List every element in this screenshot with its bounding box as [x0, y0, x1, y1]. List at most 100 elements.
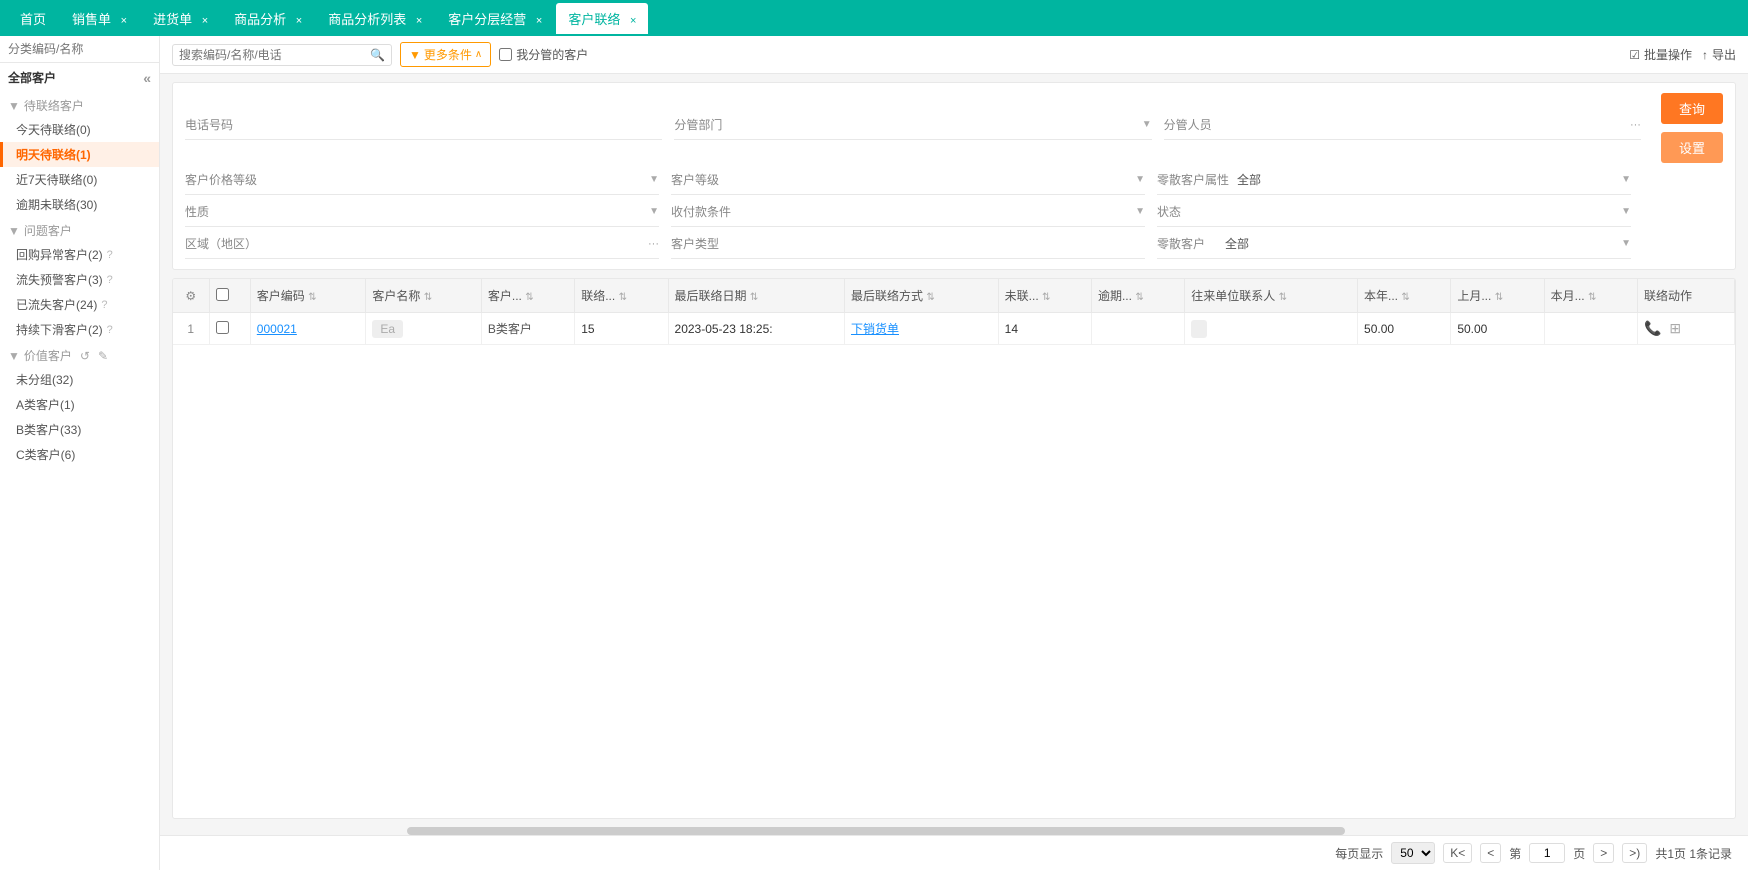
- sidebar-item-repurchase[interactable]: 回购异常客户(2) ?: [0, 242, 159, 267]
- sidebar-item-overdue[interactable]: 逾期未联络(30): [0, 192, 159, 217]
- status-select[interactable]: ▼: [1225, 206, 1631, 217]
- more-filter-btn[interactable]: ▼ 更多条件 ∧: [400, 42, 491, 67]
- edit-icon[interactable]: ✎: [98, 349, 108, 363]
- per-page-select[interactable]: 50: [1391, 842, 1435, 864]
- col-code[interactable]: 客户编码 ⇅: [250, 279, 366, 313]
- sort-icon-code[interactable]: ⇅: [308, 292, 316, 303]
- sidebar-item-c-class[interactable]: C类客户(6): [0, 442, 159, 467]
- sidebar-item-ungroup[interactable]: 未分组(32): [0, 367, 159, 392]
- close-sales-icon[interactable]: ×: [121, 15, 127, 27]
- close-analysis-icon[interactable]: ×: [296, 15, 302, 27]
- nav-item-purchase[interactable]: 进货单 ×: [141, 3, 220, 34]
- col-contact-person[interactable]: 往来单位联系人 ⇅: [1185, 279, 1358, 313]
- sort-icon-overdue[interactable]: ⇅: [1135, 292, 1143, 303]
- my-customers-checkbox-wrap[interactable]: 我分管的客户: [499, 46, 588, 63]
- retail-customer-select[interactable]: 全部 ▼: [1225, 235, 1631, 252]
- nav-item-analysis[interactable]: 商品分析 ×: [222, 3, 314, 34]
- export-btn[interactable]: ↑ 导出: [1702, 46, 1736, 63]
- col-last-date[interactable]: 最后联络日期 ⇅: [668, 279, 844, 313]
- sidebar-item-lost[interactable]: 已流失客户(24) ?: [0, 292, 159, 317]
- nav-item-sales[interactable]: 销售单 ×: [60, 3, 139, 34]
- sidebar-item-7days[interactable]: 近7天待联络(0): [0, 167, 159, 192]
- sort-icon-contacts[interactable]: ⇅: [619, 292, 627, 303]
- main-search-icon[interactable]: 🔍: [370, 48, 385, 62]
- sidebar-item-loss-warning[interactable]: 流失预警客户(3) ?: [0, 267, 159, 292]
- area-more-icon[interactable]: ···: [648, 238, 659, 250]
- close-purchase-icon[interactable]: ×: [202, 15, 208, 27]
- col-last-month[interactable]: 上月... ⇅: [1451, 279, 1544, 313]
- col-contacts[interactable]: 联络... ⇅: [575, 279, 668, 313]
- sort-icon-this-month[interactable]: ⇅: [1588, 292, 1596, 303]
- action-grid-icon[interactable]: ⊞: [1669, 320, 1681, 337]
- action-phone-icon[interactable]: 📞: [1644, 320, 1661, 337]
- set-btn[interactable]: 设置: [1661, 132, 1723, 163]
- sort-icon-contact-person[interactable]: ⇅: [1279, 292, 1287, 303]
- help-icon-3[interactable]: ?: [107, 324, 113, 336]
- page-input[interactable]: [1529, 843, 1565, 863]
- row-last-method[interactable]: 下销货单: [844, 313, 998, 345]
- select-all-checkbox[interactable]: [216, 288, 229, 301]
- sidebar-item-today[interactable]: 今天待联络(0): [0, 117, 159, 142]
- sort-icon-last-month[interactable]: ⇅: [1495, 292, 1503, 303]
- sidebar-item-b-class[interactable]: B类客户(33): [0, 417, 159, 442]
- sidebar-item-declining[interactable]: 持续下滑客户(2) ?: [0, 317, 159, 342]
- sort-icon-type[interactable]: ⇅: [525, 292, 533, 303]
- nav-item-analysis-list[interactable]: 商品分析列表 ×: [316, 3, 434, 34]
- query-btn[interactable]: 查询: [1661, 93, 1723, 124]
- help-icon-2[interactable]: ?: [101, 299, 107, 311]
- nav-item-customer-contact[interactable]: 客户联络 ×: [556, 3, 648, 34]
- next-page-btn[interactable]: >: [1593, 843, 1614, 863]
- sort-icon-unlost[interactable]: ⇅: [1042, 292, 1050, 303]
- prev-page-btn[interactable]: <: [1480, 843, 1501, 863]
- col-overdue[interactable]: 逾期... ⇅: [1091, 279, 1184, 313]
- help-icon-1[interactable]: ?: [107, 274, 113, 286]
- row-checkbox[interactable]: [216, 321, 229, 334]
- col-type[interactable]: 客户... ⇅: [481, 279, 574, 313]
- sidebar-item-a-class[interactable]: A类客户(1): [0, 392, 159, 417]
- customer-level-select[interactable]: ▼: [739, 174, 1145, 185]
- price-level-select[interactable]: ▼: [265, 174, 659, 185]
- col-this-month[interactable]: 本月... ⇅: [1544, 279, 1637, 313]
- sort-icon-last-method[interactable]: ⇅: [926, 292, 934, 303]
- col-gear[interactable]: ⚙: [173, 279, 209, 313]
- sidebar-search-input[interactable]: [8, 42, 160, 56]
- col-unlost[interactable]: 未联... ⇅: [998, 279, 1091, 313]
- search-box[interactable]: 🔍: [172, 44, 392, 66]
- collapse-icon[interactable]: «: [143, 70, 151, 86]
- payment-select[interactable]: ▼: [739, 206, 1145, 217]
- col-checkbox[interactable]: [209, 279, 250, 313]
- sidebar-item-tomorrow[interactable]: 明天待联络(1): [0, 142, 159, 167]
- last-page-btn[interactable]: >): [1622, 843, 1647, 863]
- col-name[interactable]: 客户名称 ⇅: [366, 279, 482, 313]
- dept-select[interactable]: ▼: [742, 119, 1151, 130]
- close-tier-icon[interactable]: ×: [536, 15, 542, 27]
- close-contact-icon[interactable]: ×: [630, 15, 636, 27]
- main-search-input[interactable]: [179, 48, 370, 62]
- my-customers-checkbox[interactable]: [499, 48, 512, 61]
- sidebar-search-box[interactable]: 🔍: [0, 36, 159, 63]
- horizontal-scrollbar[interactable]: [172, 827, 1736, 835]
- close-analysis-list-icon[interactable]: ×: [416, 15, 422, 27]
- row-checkbox-cell[interactable]: [209, 313, 250, 345]
- nav-item-home[interactable]: 首页: [8, 3, 58, 34]
- sort-icon-year[interactable]: ⇅: [1401, 292, 1409, 303]
- first-page-btn[interactable]: K<: [1443, 843, 1472, 863]
- gear-icon[interactable]: ⚙: [185, 289, 196, 303]
- refresh-icon[interactable]: ↺: [80, 349, 90, 363]
- person-more-icon[interactable]: ···: [1630, 119, 1641, 131]
- col-year-amount[interactable]: 本年... ⇅: [1358, 279, 1451, 313]
- scroll-thumb[interactable]: [407, 827, 1345, 835]
- batch-btn[interactable]: ☑ 批量操作: [1629, 46, 1692, 63]
- phone-input[interactable]: [253, 118, 662, 132]
- help-icon-0[interactable]: ?: [107, 249, 113, 261]
- retail-attr-select[interactable]: 全部 ▼: [1237, 171, 1631, 188]
- nav-item-customer-tier[interactable]: 客户分层经营 ×: [436, 3, 554, 34]
- sort-icon-name[interactable]: ⇅: [424, 292, 432, 303]
- person-select[interactable]: ···: [1232, 119, 1641, 131]
- row-code[interactable]: 000021: [250, 313, 366, 345]
- col-last-method[interactable]: 最后联络方式 ⇅: [844, 279, 998, 313]
- nature-select[interactable]: ▼: [253, 206, 659, 217]
- all-customers-header[interactable]: 全部客户 «: [0, 63, 159, 92]
- area-select[interactable]: ···: [265, 238, 659, 250]
- sort-icon-last-date[interactable]: ⇅: [750, 292, 758, 303]
